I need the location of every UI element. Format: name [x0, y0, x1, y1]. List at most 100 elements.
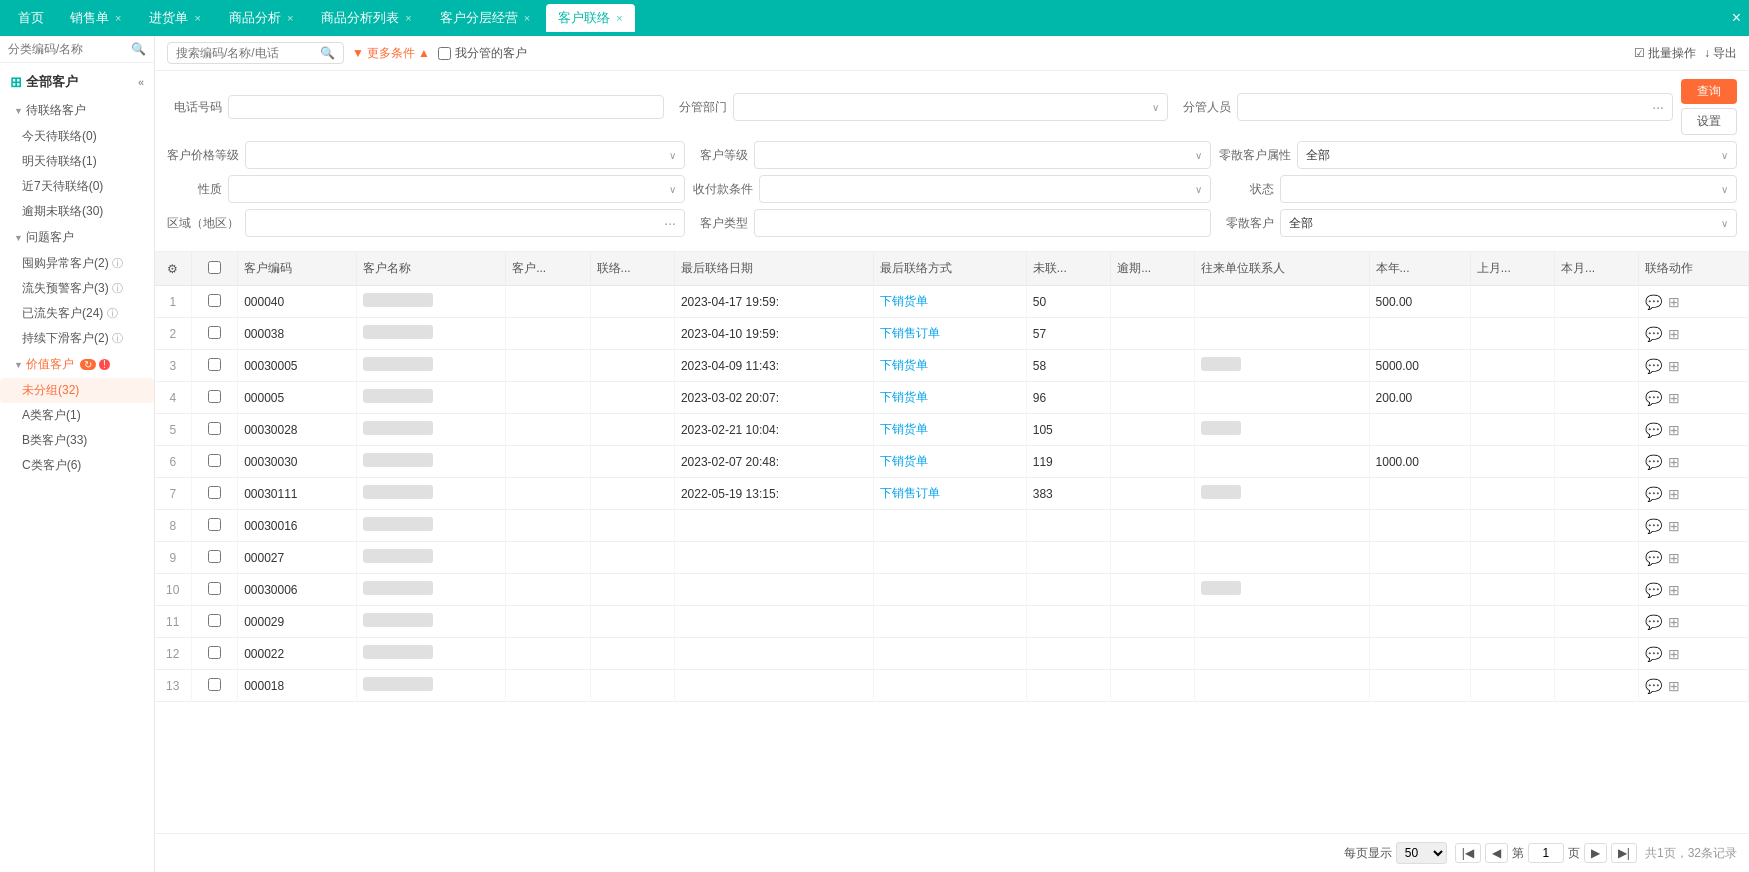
- grid-icon[interactable]: ⊞: [1668, 678, 1680, 694]
- dots-icon[interactable]: ···: [1652, 99, 1664, 115]
- contact-method-link[interactable]: 下销售订单: [880, 486, 940, 500]
- close-icon[interactable]: ×: [115, 12, 121, 24]
- select-all-checkbox[interactable]: [208, 261, 221, 274]
- row-checkbox[interactable]: [208, 326, 221, 339]
- sidebar-item-ungrouped[interactable]: 未分组(32): [0, 378, 154, 403]
- row-checkbox[interactable]: [208, 422, 221, 435]
- sidebar-collapse-icon[interactable]: «: [138, 76, 144, 88]
- row-checkbox[interactable]: [208, 678, 221, 691]
- sidebar-item-overdue[interactable]: 逾期未联络(30): [0, 199, 154, 224]
- grid-icon[interactable]: ⊞: [1668, 454, 1680, 470]
- sidebar-item-7days[interactable]: 近7天待联络(0): [0, 174, 154, 199]
- grid-icon[interactable]: ⊞: [1668, 390, 1680, 406]
- region-select[interactable]: ···: [245, 209, 685, 237]
- sidebar-item-class-c[interactable]: C类客户(6): [0, 453, 154, 478]
- nature-select[interactable]: ∨: [228, 175, 685, 203]
- row-checkbox[interactable]: [208, 390, 221, 403]
- close-icon[interactable]: ×: [524, 12, 530, 24]
- sidebar-item-tomorrow[interactable]: 明天待联络(1): [0, 149, 154, 174]
- th-checkbox[interactable]: [191, 252, 238, 286]
- reset-btn[interactable]: 设置: [1681, 108, 1737, 135]
- export-btn[interactable]: ↓ 导出: [1704, 45, 1737, 62]
- retail-attr-select[interactable]: 全部 ∨: [1297, 141, 1737, 169]
- contact-method-link[interactable]: 下销货单: [880, 454, 928, 468]
- message-icon[interactable]: 💬: [1645, 486, 1662, 502]
- grid-icon[interactable]: ⊞: [1668, 294, 1680, 310]
- phone-input[interactable]: [228, 95, 664, 119]
- nav-home[interactable]: 首页: [8, 9, 54, 27]
- payment-select[interactable]: ∨: [759, 175, 1211, 203]
- sidebar-item-churn-warning[interactable]: 流失预警客户(3) ⓘ: [0, 276, 154, 301]
- close-icon[interactable]: ×: [287, 12, 293, 24]
- nav-tab-customer-tier[interactable]: 客户分层经营 ×: [428, 4, 542, 32]
- sidebar-item-class-a[interactable]: A类客户(1): [0, 403, 154, 428]
- contact-method-link[interactable]: 下销货单: [880, 358, 928, 372]
- row-checkbox[interactable]: [208, 518, 221, 531]
- my-customers-checkbox[interactable]: [438, 47, 451, 60]
- last-page-btn[interactable]: ▶|: [1611, 843, 1637, 863]
- close-icon[interactable]: ×: [405, 12, 411, 24]
- contact-method-link[interactable]: 下销货单: [880, 422, 928, 436]
- th-settings[interactable]: ⚙: [155, 252, 191, 286]
- first-page-btn[interactable]: |◀: [1455, 843, 1481, 863]
- bulk-operation-btn[interactable]: ☑ 批量操作: [1634, 45, 1696, 62]
- sidebar-item-churned[interactable]: 已流失客户(24) ⓘ: [0, 301, 154, 326]
- per-page-select[interactable]: 50 100 200: [1396, 842, 1447, 864]
- next-page-btn[interactable]: ▶: [1584, 843, 1607, 863]
- grid-icon[interactable]: ⊞: [1668, 518, 1680, 534]
- row-checkbox[interactable]: [208, 582, 221, 595]
- nav-tab-product-list[interactable]: 商品分析列表 ×: [309, 4, 423, 32]
- message-icon[interactable]: 💬: [1645, 614, 1662, 630]
- message-icon[interactable]: 💬: [1645, 294, 1662, 310]
- row-checkbox[interactable]: [208, 614, 221, 627]
- sidebar-group-title-pending[interactable]: ▼ 待联络客户: [0, 97, 154, 124]
- message-icon[interactable]: 💬: [1645, 326, 1662, 342]
- contact-method-link[interactable]: 下销货单: [880, 294, 928, 308]
- message-icon[interactable]: 💬: [1645, 390, 1662, 406]
- dept-select[interactable]: ∨: [733, 93, 1169, 121]
- page-input[interactable]: [1528, 843, 1564, 863]
- query-btn[interactable]: 查询: [1681, 79, 1737, 104]
- sidebar-item-class-b[interactable]: B类客户(33): [0, 428, 154, 453]
- row-checkbox[interactable]: [208, 358, 221, 371]
- message-icon[interactable]: 💬: [1645, 518, 1662, 534]
- manager-select[interactable]: ···: [1237, 93, 1673, 121]
- row-checkbox[interactable]: [208, 454, 221, 467]
- message-icon[interactable]: 💬: [1645, 454, 1662, 470]
- nav-tab-product-analysis[interactable]: 商品分析 ×: [217, 4, 305, 32]
- sidebar-search-icon[interactable]: 🔍: [131, 42, 146, 56]
- sidebar-item-declining[interactable]: 持续下滑客户(2) ⓘ: [0, 326, 154, 351]
- prev-page-btn[interactable]: ◀: [1485, 843, 1508, 863]
- contact-method-link[interactable]: 下销货单: [880, 390, 928, 404]
- grid-icon[interactable]: ⊞: [1668, 358, 1680, 374]
- grid-icon[interactable]: ⊞: [1668, 326, 1680, 342]
- close-icon[interactable]: ×: [194, 12, 200, 24]
- message-icon[interactable]: 💬: [1645, 422, 1662, 438]
- row-checkbox[interactable]: [208, 486, 221, 499]
- grid-icon[interactable]: ⊞: [1668, 582, 1680, 598]
- sidebar-item-today[interactable]: 今天待联络(0): [0, 124, 154, 149]
- grid-icon[interactable]: ⊞: [1668, 646, 1680, 662]
- dots-icon[interactable]: ···: [664, 215, 676, 231]
- search-icon[interactable]: 🔍: [320, 46, 335, 60]
- search-input[interactable]: [176, 46, 316, 60]
- status-select[interactable]: ∨: [1280, 175, 1737, 203]
- message-icon[interactable]: 💬: [1645, 646, 1662, 662]
- contact-method-link[interactable]: 下销售订单: [880, 326, 940, 340]
- message-icon[interactable]: 💬: [1645, 582, 1662, 598]
- customer-type-select[interactable]: [754, 209, 1211, 237]
- message-icon[interactable]: 💬: [1645, 550, 1662, 566]
- close-icon[interactable]: ×: [616, 12, 622, 24]
- grid-icon[interactable]: ⊞: [1668, 614, 1680, 630]
- sidebar-search-input[interactable]: [8, 42, 127, 56]
- customer-level-select[interactable]: ∨: [754, 141, 1211, 169]
- sidebar-group-title-value[interactable]: ▼ 价值客户 ↻ !: [0, 351, 154, 378]
- nav-tab-customer-contact[interactable]: 客户联络 ×: [546, 4, 634, 32]
- my-customers-filter[interactable]: 我分管的客户: [438, 45, 527, 62]
- close-all-icon[interactable]: ×: [1732, 9, 1741, 27]
- grid-icon[interactable]: ⊞: [1668, 550, 1680, 566]
- row-checkbox[interactable]: [208, 294, 221, 307]
- message-icon[interactable]: 💬: [1645, 678, 1662, 694]
- grid-icon[interactable]: ⊞: [1668, 422, 1680, 438]
- sidebar-all-customers[interactable]: ⊞ 全部客户 «: [0, 67, 154, 97]
